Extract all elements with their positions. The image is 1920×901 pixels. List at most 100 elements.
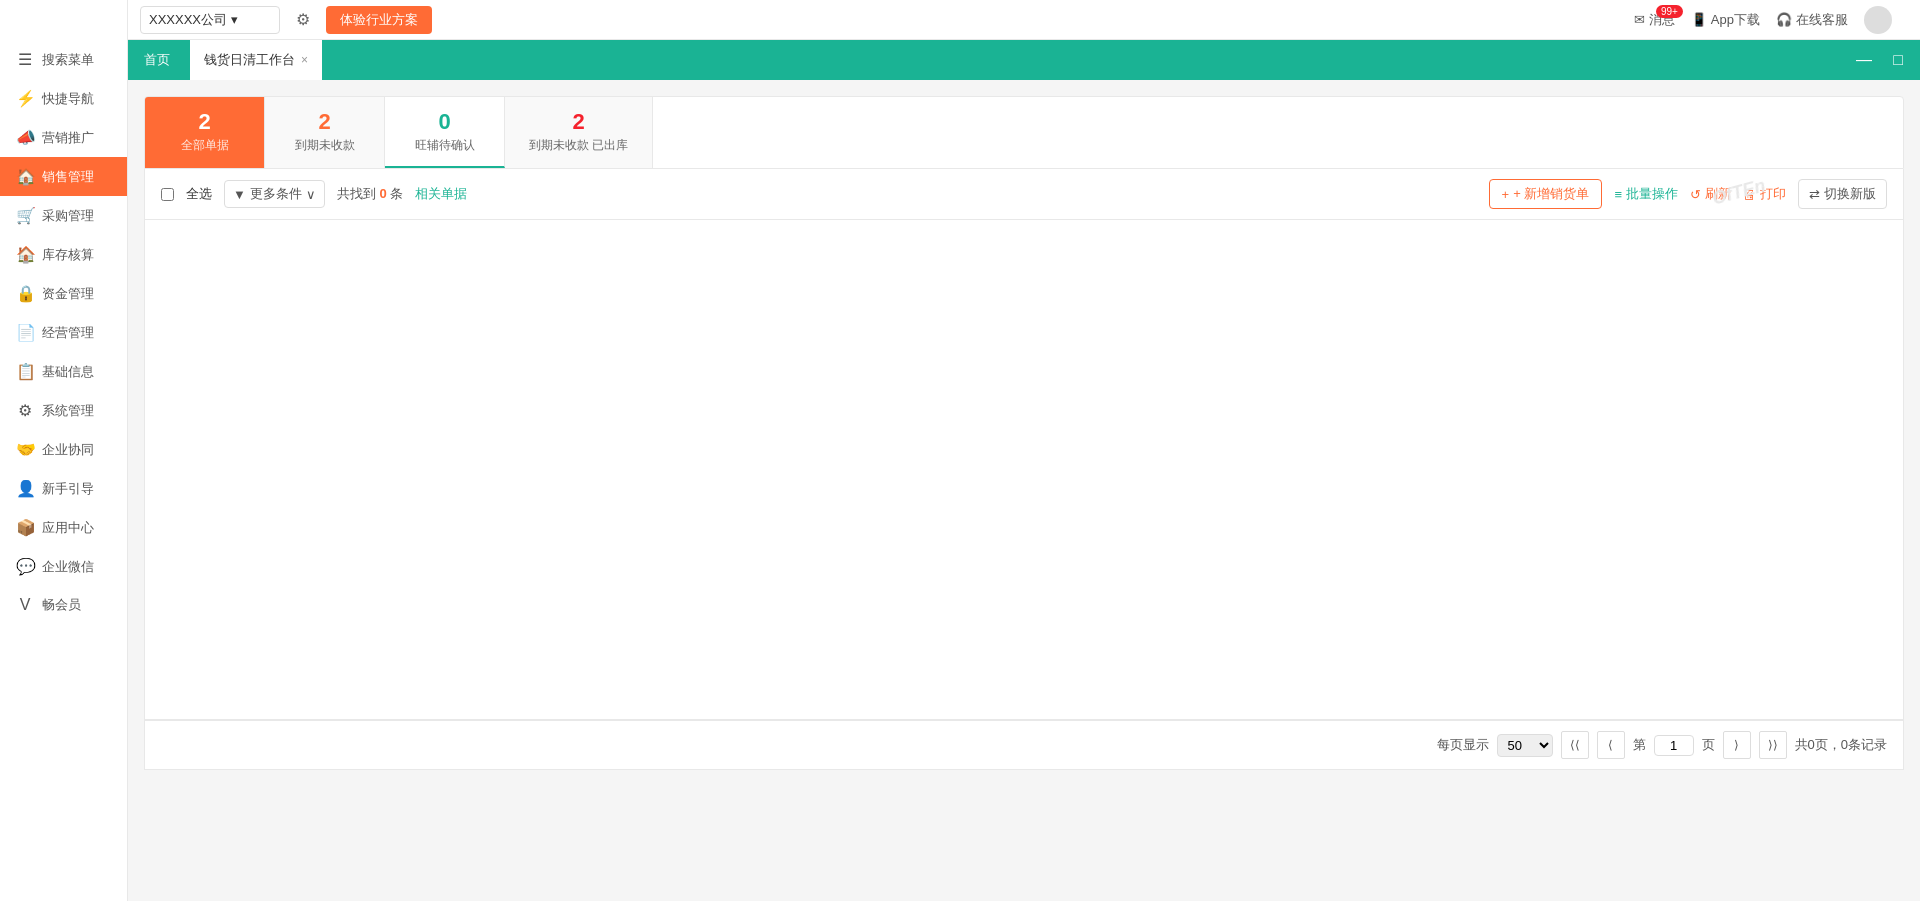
sidebar-item-appstore[interactable]: 📦 应用中心 — [0, 508, 127, 547]
tab-qianghuo[interactable]: 钱货日清工作台 × — [190, 40, 322, 80]
first-page-button[interactable]: ⟨⟨ — [1561, 731, 1589, 759]
stats-tab-overdue[interactable]: 2 到期未收款 — [265, 97, 385, 168]
sidebar-item-member[interactable]: V 畅会员 — [0, 586, 127, 624]
switch-icon: ⇄ — [1809, 187, 1820, 202]
filter-button[interactable]: ▼ 更多条件 ∨ — [224, 180, 325, 208]
company-selector[interactable]: XXXXXX公司 ▾ — [140, 6, 280, 34]
stats-tab-shipped-label: 到期未收款 已出库 — [529, 137, 628, 154]
stats-tab-all[interactable]: 2 全部单据 — [145, 97, 265, 168]
stats-tab-all-label: 全部单据 — [169, 137, 240, 154]
batch-button[interactable]: ≡ 批量操作 — [1614, 185, 1678, 203]
app-download-button[interactable]: 📱 App下载 — [1691, 11, 1760, 29]
sidebar-item-sales[interactable]: 🏠 销售管理 — [0, 157, 127, 196]
toolbar: 全选 ▼ 更多条件 ∨ 共找到 0 条 相关单据 + + 新增销货单 ≡ 批量操… — [144, 169, 1904, 220]
sidebar-item-finance[interactable]: 🔒 资金管理 — [0, 274, 127, 313]
prev-page-button[interactable]: ⟨ — [1597, 731, 1625, 759]
search-menu-icon: ☰ — [16, 50, 34, 69]
last-page-button[interactable]: ⟩⟩ — [1759, 731, 1787, 759]
headset-icon: 🎧 — [1776, 12, 1792, 27]
sidebar-item-enterprise[interactable]: 🤝 企业协同 — [0, 430, 127, 469]
stats-tab-shipped[interactable]: 2 到期未收款 已出库 — [505, 97, 653, 168]
sidebar-item-label: 快捷导航 — [42, 90, 94, 108]
tab-home[interactable]: 首页 — [128, 40, 186, 80]
member-icon: V — [16, 596, 34, 614]
sidebar-item-basic[interactable]: 📋 基础信息 — [0, 352, 127, 391]
tab-minimize-button[interactable]: — — [1850, 46, 1878, 74]
sidebar-item-search-menu[interactable]: ☰ 搜索菜单 — [0, 40, 127, 79]
company-name: XXXXXX公司 — [149, 11, 227, 29]
sidebar-item-label: 企业微信 — [42, 558, 94, 576]
table-area — [144, 220, 1904, 720]
gear-icon: ⚙ — [296, 10, 310, 29]
pagination: 每页显示 50 100 200 ⟨⟨ ⟨ 第 页 ⟩ ⟩⟩ 共0页，0条记录 — [144, 720, 1904, 770]
stats-tab-wangfu[interactable]: 0 旺辅待确认 — [385, 97, 505, 168]
sidebar-item-system[interactable]: ⚙ 系统管理 — [0, 391, 127, 430]
per-page-select[interactable]: 50 100 200 — [1497, 734, 1553, 757]
sidebar-item-operation[interactable]: 📄 经营管理 — [0, 313, 127, 352]
experience-button[interactable]: 体验行业方案 — [326, 6, 432, 34]
refresh-icon: ↺ — [1690, 187, 1701, 202]
filter-label: 更多条件 — [250, 185, 302, 203]
select-all-label: 全选 — [186, 185, 212, 203]
sidebar-item-marketing[interactable]: 📣 营销推广 — [0, 118, 127, 157]
print-button[interactable]: 🖨 打印 — [1743, 185, 1786, 203]
page-label: 第 — [1633, 736, 1646, 754]
filter-icon: ▼ — [233, 187, 246, 202]
tab-maximize-button[interactable]: □ — [1884, 46, 1912, 74]
tab-close-icon[interactable]: × — [301, 53, 308, 67]
enterprise-icon: 🤝 — [16, 440, 34, 459]
message-icon: ✉ — [1634, 12, 1645, 27]
sidebar-item-label: 营销推广 — [42, 129, 94, 147]
sidebar-item-label: 系统管理 — [42, 402, 94, 420]
operation-icon: 📄 — [16, 323, 34, 342]
sidebar-item-label: 新手引导 — [42, 480, 94, 498]
print-icon: 🖨 — [1743, 187, 1756, 202]
minimize-icon: — — [1856, 51, 1872, 69]
add-icon: + — [1502, 187, 1510, 202]
found-count: 0 — [380, 186, 387, 201]
select-all-checkbox[interactable] — [161, 188, 174, 201]
topbar: 6 畅捷通好生意 标准版 XXXXXX公司 ▾ ⚙ 体验行业方案 ✉ 消息 99… — [0, 0, 1920, 40]
toolbar-actions: + + 新增销货单 ≡ 批量操作 ↺ 刷新 🖨 打印 ⇄ 切换新版 — [1489, 179, 1887, 209]
message-badge: 99+ — [1656, 5, 1683, 18]
stats-tabs: 2 全部单据 2 到期未收款 0 旺辅待确认 2 到期未收款 已出库 — [144, 96, 1904, 169]
appstore-icon: 📦 — [16, 518, 34, 537]
sidebar-item-wechat[interactable]: 💬 企业微信 — [0, 547, 127, 586]
stats-tab-overdue-num: 2 — [289, 109, 360, 135]
tabbar: 首页 钱货日清工作台 × — □ — [128, 40, 1920, 80]
next-page-button[interactable]: ⟩ — [1723, 731, 1751, 759]
switch-version-button[interactable]: ⇄ 切换新版 — [1798, 179, 1887, 209]
purchase-icon: 🛒 — [16, 206, 34, 225]
avatar[interactable] — [1864, 6, 1892, 34]
message-button[interactable]: ✉ 消息 99+ — [1634, 11, 1675, 29]
found-summary: 共找到 0 条 — [337, 185, 403, 203]
related-orders-link[interactable]: 相关单据 — [415, 185, 467, 203]
sidebar-item-label: 资金管理 — [42, 285, 94, 303]
sidebar-item-label: 经营管理 — [42, 324, 94, 342]
company-dropdown-icon: ▾ — [231, 12, 238, 27]
sidebar: ☰ 搜索菜单 ⚡ 快捷导航 📣 营销推广 🏠 销售管理 🛒 采购管理 🏠 库存核… — [0, 0, 128, 901]
sidebar-item-label: 应用中心 — [42, 519, 94, 537]
total-info: 共0页，0条记录 — [1795, 736, 1887, 754]
stats-tab-wangfu-num: 0 — [409, 109, 480, 135]
sidebar-item-purchase[interactable]: 🛒 采购管理 — [0, 196, 127, 235]
sidebar-item-label: 企业协同 — [42, 441, 94, 459]
batch-icon: ≡ — [1614, 187, 1622, 202]
per-page-label: 每页显示 — [1437, 736, 1489, 754]
sidebar-item-quick-nav[interactable]: ⚡ 快捷导航 — [0, 79, 127, 118]
settings-button[interactable]: ⚙ — [288, 5, 318, 35]
sidebar-item-label: 基础信息 — [42, 363, 94, 381]
refresh-button[interactable]: ↺ 刷新 — [1690, 185, 1731, 203]
page-input[interactable] — [1654, 735, 1694, 756]
next-page-icon: ⟩ — [1734, 738, 1739, 752]
sidebar-item-label: 销售管理 — [42, 168, 94, 186]
filter-dropdown-icon: ∨ — [306, 187, 316, 202]
online-service-button[interactable]: 🎧 在线客服 — [1776, 11, 1848, 29]
marketing-icon: 📣 — [16, 128, 34, 147]
first-page-icon: ⟨⟨ — [1570, 738, 1580, 752]
sidebar-item-newbie[interactable]: 👤 新手引导 — [0, 469, 127, 508]
inventory-icon: 🏠 — [16, 245, 34, 264]
basic-icon: 📋 — [16, 362, 34, 381]
add-order-button[interactable]: + + 新增销货单 — [1489, 179, 1603, 209]
sidebar-item-inventory[interactable]: 🏠 库存核算 — [0, 235, 127, 274]
